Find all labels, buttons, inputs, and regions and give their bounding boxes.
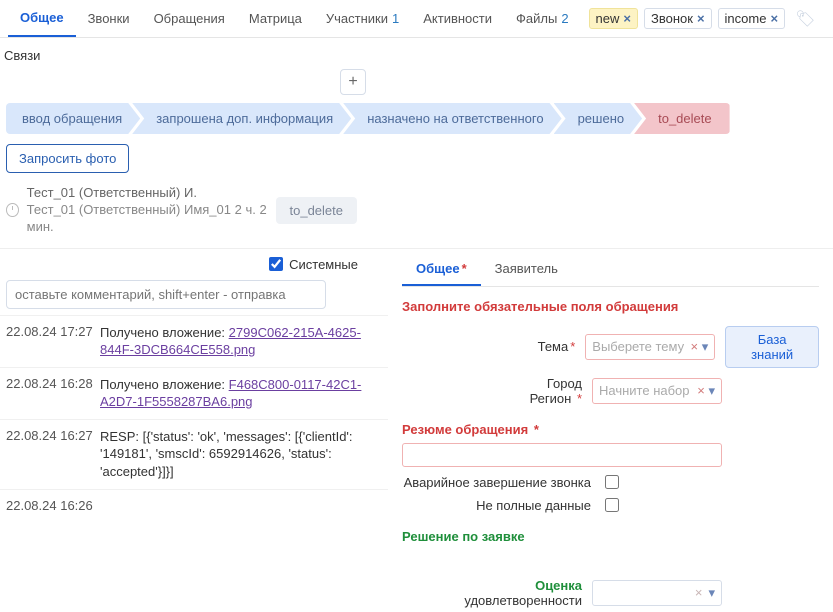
theme-select[interactable]: Выберете тему× ▾ — [585, 334, 715, 360]
warning-text: Заполните обязательные поля обращения — [402, 287, 819, 322]
links-label: Связи — [0, 38, 833, 69]
tag-list: new× Звонок× income× 🏷 — [589, 8, 816, 29]
feed-row: 22.08.24 16:27 RESP: [{'status': 'ok', '… — [0, 419, 388, 489]
stage-delete[interactable]: to_delete — [634, 103, 730, 134]
participants-count: 1 — [392, 11, 399, 26]
timestamp: 22.08.24 17:27 — [6, 324, 92, 359]
clock-icon — [6, 203, 19, 217]
timestamp: 22.08.24 16:27 — [6, 428, 92, 481]
status-pill: to_delete — [276, 197, 358, 224]
sub-tabs: Общее* Заявитель — [402, 253, 819, 287]
subtab-applicant[interactable]: Заявитель — [481, 253, 572, 286]
chevron-down-icon: ▾ — [708, 383, 715, 398]
meta-text: Тест_01 (Ответственный) И. Тест_01 (Отве… — [27, 185, 268, 236]
chevron-down-icon: ▾ — [702, 339, 709, 354]
feed-row: 22.08.24 16:26 — [0, 489, 388, 521]
stage-resolved[interactable]: решено — [554, 103, 643, 134]
stage-bar: ввод обращения запрошена доп. информация… — [6, 103, 827, 134]
city-label: Город Регион * — [402, 376, 582, 406]
clear-icon[interactable]: × — [695, 585, 703, 600]
tab-participants[interactable]: Участники1 — [314, 1, 411, 36]
subtab-general[interactable]: Общее* — [402, 253, 481, 286]
clear-icon[interactable]: × — [697, 383, 705, 398]
city-select[interactable]: Начните набор× ▾ — [592, 378, 722, 404]
timestamp: 22.08.24 16:26 — [6, 498, 92, 513]
incomplete-label: Не полные данные — [402, 498, 595, 513]
stage-input[interactable]: ввод обращения — [6, 103, 140, 134]
decision-section: Решение по заявке — [402, 517, 819, 550]
tag-remove-icon[interactable]: × — [697, 11, 705, 26]
feed-row: 22.08.24 17:27 Получено вложение: 2799C0… — [0, 315, 388, 367]
feed-row: 22.08.24 16:28 Получено вложение: F468C8… — [0, 367, 388, 419]
files-count: 2 — [561, 11, 568, 26]
feed-message: RESP: [{'status': 'ok', 'messages': [{'c… — [100, 428, 382, 481]
request-photo-button[interactable]: Запросить фото — [6, 144, 129, 173]
tab-requests[interactable]: Обращения — [142, 1, 237, 36]
emergency-checkbox[interactable] — [605, 475, 619, 489]
add-link-button[interactable]: + — [340, 69, 366, 95]
right-column: Общее* Заявитель Заполните обязательные … — [388, 249, 833, 612]
tag-income[interactable]: income× — [718, 8, 786, 29]
stage-requested[interactable]: запрошена доп. информация — [132, 103, 351, 134]
resume-section: Резюме обращения * — [402, 410, 819, 443]
rating-label: Оценка удовлетворенности — [402, 578, 582, 608]
tab-general[interactable]: Общее — [8, 0, 76, 37]
main-tabs: Общее Звонки Обращения Матрица Участники… — [0, 0, 833, 38]
clear-icon[interactable]: × — [691, 339, 699, 354]
tag-new[interactable]: new× — [589, 8, 638, 29]
left-column: Системные 22.08.24 17:27 Получено вложен… — [0, 249, 388, 612]
feed-message: Получено вложение: F468C800-0117-42C1-A2… — [100, 376, 382, 411]
chevron-down-icon: ▾ — [708, 585, 715, 601]
incomplete-checkbox[interactable] — [605, 498, 619, 512]
comment-input[interactable] — [6, 280, 326, 309]
tag-call[interactable]: Звонок× — [644, 8, 712, 29]
stage-assigned[interactable]: назначено на ответственного — [343, 103, 561, 134]
system-checkbox[interactable] — [269, 257, 283, 271]
tab-activities[interactable]: Активности — [411, 1, 504, 36]
tag-add-icon[interactable]: 🏷 — [795, 9, 815, 29]
tag-remove-icon[interactable]: × — [623, 11, 631, 26]
activity-feed: 22.08.24 17:27 Получено вложение: 2799C0… — [0, 315, 388, 521]
rating-select[interactable]: ×▾ — [592, 580, 722, 606]
tab-calls[interactable]: Звонки — [76, 1, 142, 36]
knowledge-base-button[interactable]: База знаний — [725, 326, 819, 368]
tab-matrix[interactable]: Матрица — [237, 1, 314, 36]
meta-row: Тест_01 (Ответственный) И. Тест_01 (Отве… — [0, 181, 833, 249]
timestamp: 22.08.24 16:28 — [6, 376, 92, 411]
resume-textarea[interactable] — [402, 443, 722, 467]
tag-remove-icon[interactable]: × — [770, 11, 778, 26]
system-label: Системные — [289, 257, 358, 272]
emergency-label: Аварийное завершение звонка — [402, 475, 595, 490]
required-mark: * — [462, 261, 467, 276]
tab-files[interactable]: Файлы2 — [504, 1, 581, 36]
feed-message: Получено вложение: 2799C062-215A-4625-84… — [100, 324, 382, 359]
theme-label: Тема* — [402, 339, 575, 354]
